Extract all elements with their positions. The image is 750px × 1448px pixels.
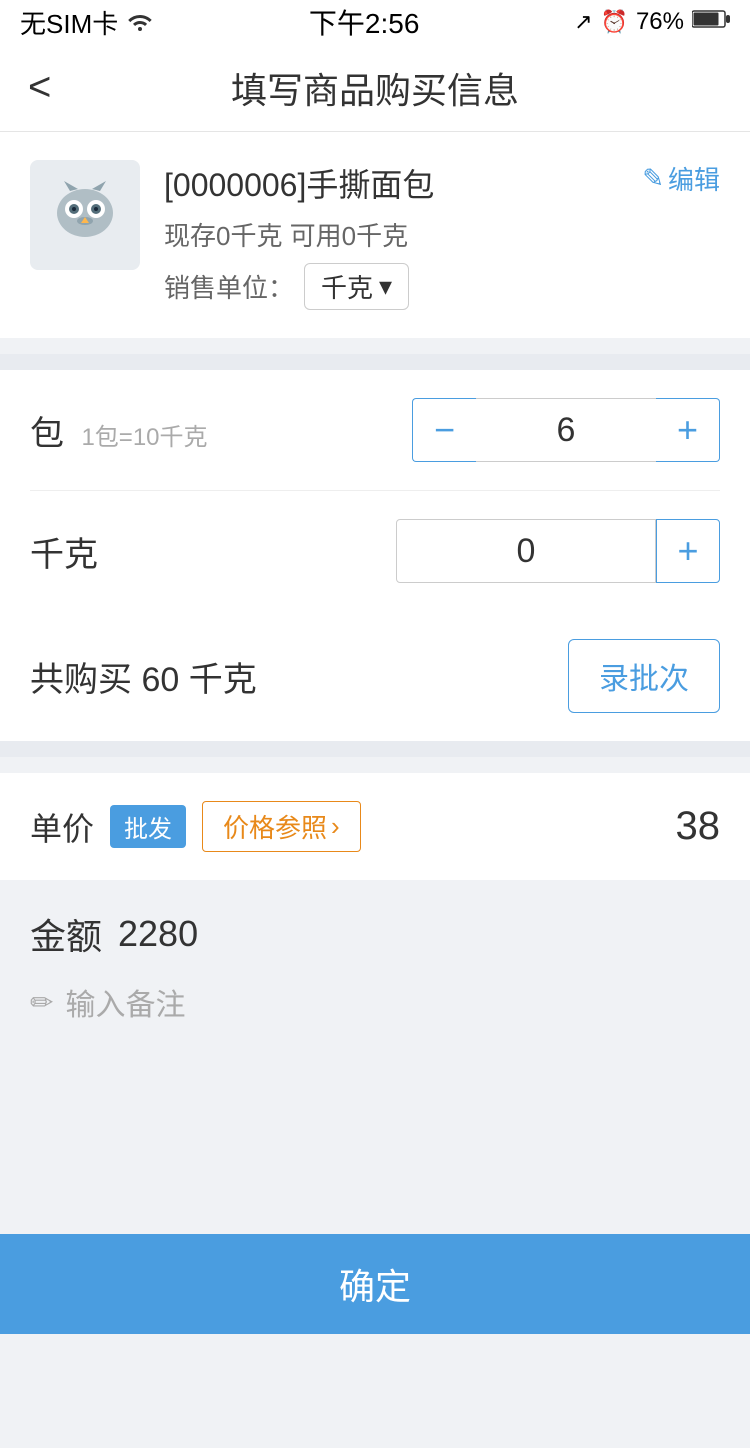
bag-quantity-input[interactable] (476, 398, 656, 462)
battery-label: 76% (636, 8, 684, 36)
wifi-icon (126, 7, 154, 38)
status-right: ↗ ⏰ 76% (574, 8, 730, 36)
edit-button[interactable]: ✎ 编辑 (642, 160, 720, 197)
batch-button[interactable]: 录批次 (568, 639, 720, 713)
location-icon: ↗ (574, 9, 592, 35)
summary-row: 共购买 60 千克 录批次 (0, 611, 750, 741)
price-ref-button[interactable]: 价格参照 › (202, 801, 361, 852)
page-title: 填写商品购买信息 (231, 62, 519, 114)
bag-qty-control: − + (412, 398, 720, 462)
amount-value: 2280 (118, 913, 198, 955)
kg-input-row: 千克 + (30, 491, 720, 611)
product-thumbnail (30, 160, 140, 270)
nav-bar: < 填写商品购买信息 (0, 44, 750, 132)
kg-qty-control: + (396, 519, 720, 583)
kg-label: 千克 (30, 527, 376, 576)
remark-placeholder: 输入备注 (65, 980, 185, 1024)
product-stock: 现存0千克 可用0千克 (164, 216, 618, 253)
input-section: 包 1包=10千克 − + 千克 + (0, 370, 750, 611)
kg-increase-button[interactable]: + (656, 519, 720, 583)
bag-label: 包 1包=10千克 (30, 406, 392, 455)
amount-row: 金额 2280 (30, 908, 720, 960)
product-thumb-label (50, 181, 120, 250)
carrier-label: 无SIM卡 (20, 4, 118, 41)
unit-label: 销售单位： (164, 268, 294, 305)
alarm-icon: ⏰ (601, 9, 628, 35)
price-section: 单价 批发 价格参照 › 38 (0, 773, 750, 880)
remark-row[interactable]: ✏ 输入备注 (30, 980, 720, 1048)
product-info: [0000006]手撕面包 现存0千克 可用0千克 销售单位： 千克 ▾ (164, 160, 618, 310)
price-label: 单价 (30, 804, 94, 850)
unit-select[interactable]: 千克 ▾ (304, 263, 409, 310)
kg-quantity-input[interactable] (396, 519, 656, 583)
price-row: 单价 批发 价格参照 › 38 (30, 801, 720, 852)
price-value: 38 (676, 804, 721, 849)
amount-label: 金额 (30, 908, 102, 960)
product-unit-row: 销售单位： 千克 ▾ (164, 263, 618, 310)
product-card: [0000006]手撕面包 现存0千克 可用0千克 销售单位： 千克 ▾ ✎ 编… (0, 132, 750, 338)
status-left: 无SIM卡 (20, 4, 154, 41)
battery-icon (692, 8, 730, 36)
chevron-down-icon: ▾ (379, 271, 392, 302)
pencil-icon: ✏ (30, 986, 53, 1019)
back-button[interactable]: < (28, 65, 51, 110)
status-bar: 无SIM卡 下午2:56 ↗ ⏰ 76% (0, 0, 750, 44)
amount-section: 金额 2280 ✏ 输入备注 (0, 880, 750, 1048)
bag-decrease-button[interactable]: − (412, 398, 476, 462)
status-time: 下午2:56 (309, 2, 420, 42)
bag-input-row: 包 1包=10千克 − + (30, 370, 720, 491)
confirm-button[interactable]: 确定 (0, 1234, 750, 1334)
summary-text: 共购买 60 千克 (30, 652, 257, 701)
edit-icon: ✎ (642, 163, 664, 194)
chevron-right-icon: › (331, 811, 340, 842)
section-divider-1 (0, 354, 750, 370)
bag-hint: 1包=10千克 (81, 424, 207, 451)
product-name: [0000006]手撕面包 (164, 160, 618, 206)
section-divider-2 (0, 741, 750, 757)
bag-increase-button[interactable]: + (656, 398, 720, 462)
price-tag: 批发 (110, 805, 186, 848)
